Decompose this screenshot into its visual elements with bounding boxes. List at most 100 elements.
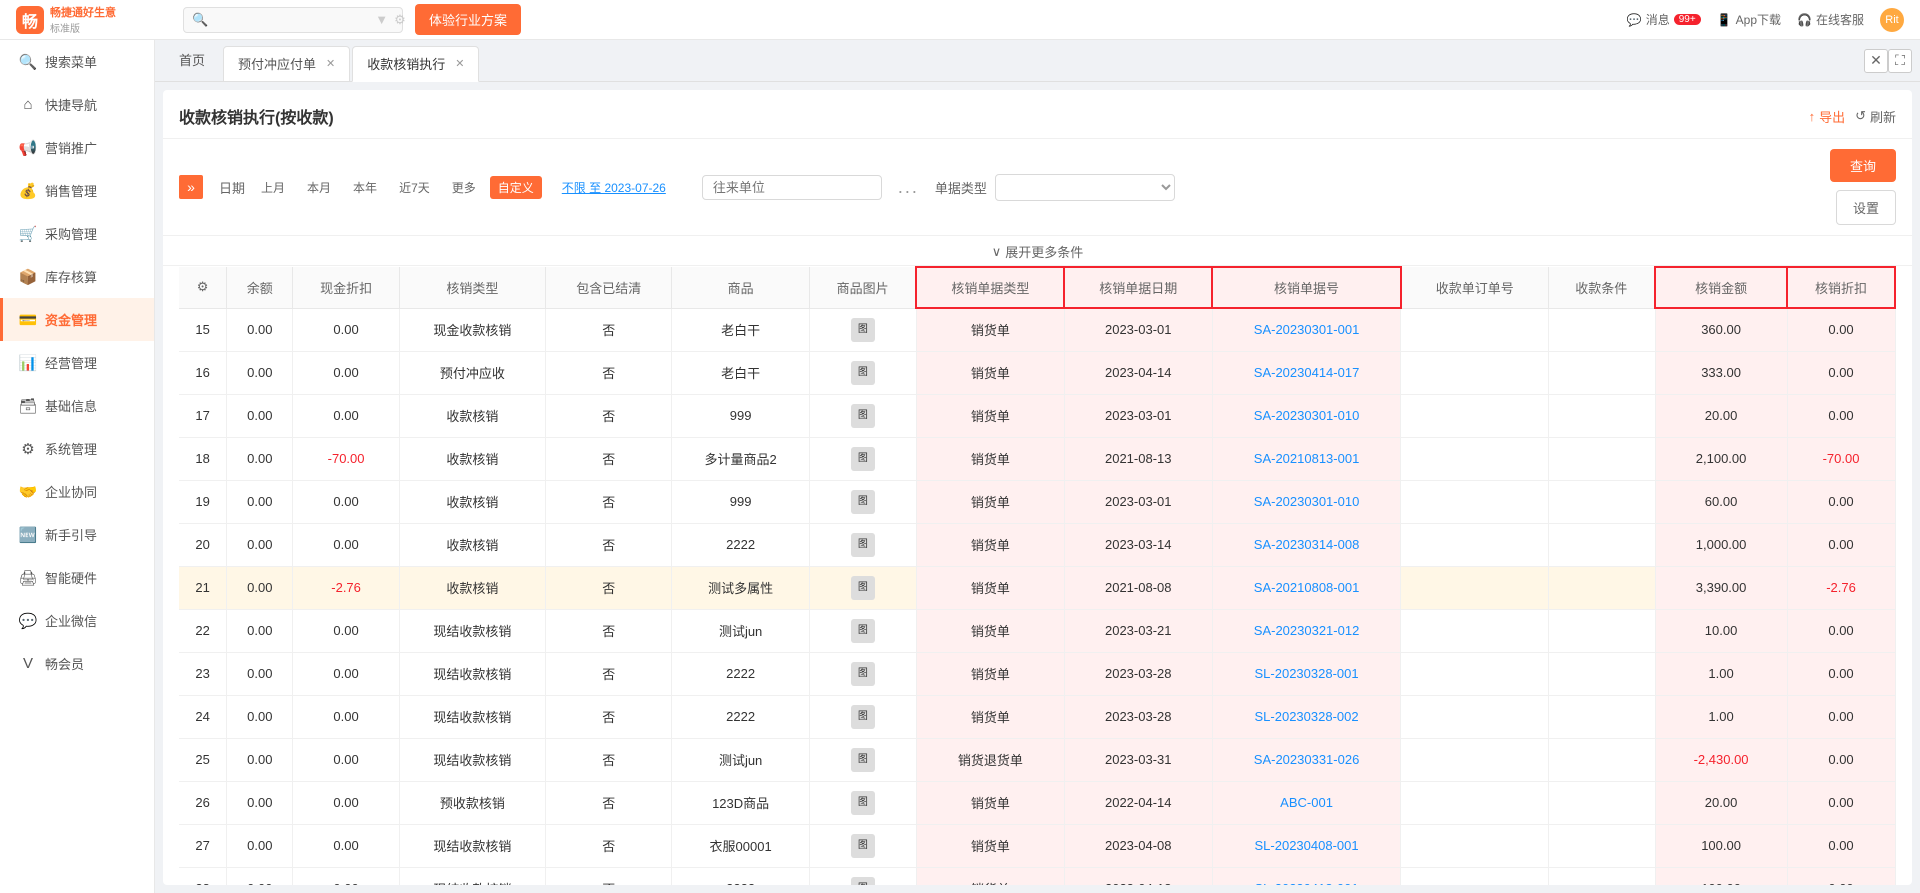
export-btn[interactable]: ↑ 导出	[1809, 107, 1846, 126]
date-last-month[interactable]: 上月	[253, 176, 293, 199]
cell-cancel-doc-no[interactable]: SL-20230408-001	[1212, 824, 1401, 867]
date-this-year[interactable]: 本年	[345, 176, 385, 199]
sidebar-icon-search: 🔍	[19, 53, 37, 71]
cell-balance: 0.00	[227, 308, 293, 351]
cancel-doc-no-link[interactable]: SA-20230321-012	[1254, 623, 1360, 638]
cell-cancel-doc-no[interactable]: SA-20230301-001	[1212, 308, 1401, 351]
cell-include-settled: 否	[546, 523, 672, 566]
cancel-doc-no-link[interactable]: SL-20230328-002	[1255, 709, 1359, 724]
sidebar-item-finance[interactable]: 💳资金管理	[0, 298, 154, 341]
sidebar-item-search[interactable]: 🔍 搜索菜单	[0, 40, 154, 83]
sidebar-label-search: 搜索菜单	[45, 52, 97, 71]
cancel-doc-no-link[interactable]: SA-20230414-017	[1254, 365, 1360, 380]
industry-btn[interactable]: 体验行业方案	[415, 4, 521, 35]
cell-cancel-doc-no[interactable]: SA-20210813-001	[1212, 437, 1401, 480]
cell-cancel-doc-date: 2023-03-01	[1064, 480, 1212, 523]
sidebar-item-system[interactable]: ⚙系统管理	[0, 427, 154, 470]
cell-include-settled: 否	[546, 394, 672, 437]
app-download-btn[interactable]: 📱 App下载	[1717, 11, 1781, 28]
cancel-doc-no-link[interactable]: SA-20210813-001	[1254, 451, 1360, 466]
app-logo: 畅 畅捷通好生意 标准版	[16, 4, 171, 35]
cancel-doc-no-link[interactable]: ABC-001	[1280, 795, 1333, 810]
page-header-actions: ↑ 导出 ↺ 刷新	[1809, 107, 1896, 126]
sidebar-item-wechat[interactable]: 💬企业微信	[0, 599, 154, 642]
col-product-image-header: 商品图片	[809, 267, 916, 308]
cell-cancel-doc-date: 2023-03-28	[1064, 695, 1212, 738]
date-more[interactable]: 更多	[444, 176, 484, 199]
user-avatar[interactable]: Rit	[1880, 8, 1904, 32]
query-btn[interactable]: 查询	[1830, 149, 1896, 182]
doc-type-select[interactable]	[995, 174, 1175, 201]
cell-balance: 0.00	[227, 867, 293, 885]
tab-collection[interactable]: 收款核销执行 ✕	[352, 46, 479, 82]
cell-cancel-doc-type: 销货单	[916, 695, 1064, 738]
sidebar-item-enterprise[interactable]: 🤝企业协同	[0, 470, 154, 513]
cell-cancel-discount: 0.00	[1787, 824, 1895, 867]
cancel-doc-no-link[interactable]: SA-20230301-010	[1254, 408, 1360, 423]
cell-cancel-doc-no[interactable]: SA-20230414-017	[1212, 351, 1401, 394]
cell-product: 999	[672, 480, 809, 523]
sidebar-item-marketing[interactable]: 📢营销推广	[0, 126, 154, 169]
cell-cancel-doc-no[interactable]: ABC-001	[1212, 781, 1401, 824]
search-input[interactable]	[214, 13, 369, 27]
cancel-doc-no-link[interactable]: SA-20230331-026	[1254, 752, 1360, 767]
col-cancel-doc-no-header: 核销单据号	[1212, 267, 1401, 308]
col-cancel-discount-header: 核销折扣	[1787, 267, 1895, 308]
col-settings-header[interactable]: ⚙	[179, 267, 227, 308]
tab-prepay[interactable]: 预付冲应付单 ✕	[223, 46, 350, 82]
cell-cancel-doc-no[interactable]: SL-20230328-002	[1212, 695, 1401, 738]
settings-btn[interactable]: 设置	[1836, 190, 1896, 225]
date-7days[interactable]: 近7天	[391, 176, 438, 199]
refresh-btn[interactable]: ↺ 刷新	[1855, 107, 1896, 126]
message-btn[interactable]: 💬 消息 99+	[1627, 11, 1701, 28]
cell-cancel-doc-no[interactable]: SA-20230321-012	[1212, 609, 1401, 652]
table-row: 28 0.00 0.00 现结收款核销 否 2222 图 销货单 2023-04…	[179, 867, 1895, 885]
tab-home[interactable]: 首页	[163, 40, 221, 82]
cell-cancel-doc-no[interactable]: SA-20230331-026	[1212, 738, 1401, 781]
gear-icon[interactable]: ⚙	[394, 12, 406, 28]
sidebar-item-sales[interactable]: 💰销售管理	[0, 169, 154, 212]
cell-row-no: 27	[179, 824, 227, 867]
sidebar-label-base: 基础信息	[45, 396, 97, 415]
sidebar-item-guide[interactable]: 🆕新手引导	[0, 513, 154, 556]
cell-cancel-doc-no[interactable]: SL-20230328-001	[1212, 652, 1401, 695]
cancel-doc-no-link[interactable]: SA-20230314-008	[1254, 537, 1360, 552]
sidebar-item-purchase[interactable]: 🛒采购管理	[0, 212, 154, 255]
date-this-month[interactable]: 本月	[299, 176, 339, 199]
cell-row-no: 24	[179, 695, 227, 738]
cell-receipt-order-no	[1401, 781, 1548, 824]
tab-collection-close[interactable]: ✕	[455, 57, 464, 70]
cell-receipt-condition	[1548, 652, 1655, 695]
from-unit-input[interactable]	[702, 175, 882, 200]
sidebar-item-nav[interactable]: ⌂快捷导航	[0, 83, 154, 126]
tab-expand-btn[interactable]: ⛶	[1888, 49, 1912, 73]
tab-prepay-close[interactable]: ✕	[326, 57, 335, 70]
date-custom-btn[interactable]: 自定义	[490, 176, 542, 199]
expand-more-btn[interactable]: ∨ 展开更多条件	[992, 242, 1084, 261]
cell-cancel-doc-no[interactable]: SA-20230314-008	[1212, 523, 1401, 566]
online-service-btn[interactable]: 🎧 在线客服	[1797, 11, 1864, 28]
cancel-doc-no-link[interactable]: SA-20230301-001	[1254, 322, 1360, 337]
cancel-doc-no-link[interactable]: SL-20230408-001	[1255, 838, 1359, 853]
cell-cancel-doc-no[interactable]: SA-20210808-001	[1212, 566, 1401, 609]
cancel-doc-no-link[interactable]: SA-20210808-001	[1254, 580, 1360, 595]
cell-cancel-doc-type: 销货单	[916, 824, 1064, 867]
sidebar-item-base[interactable]: 🗃基础信息	[0, 384, 154, 427]
tab-close-all-btn[interactable]: ✕	[1864, 49, 1888, 73]
sidebar-item-member[interactable]: V畅会员	[0, 642, 154, 685]
top-search-box[interactable]: 🔍 ▼ ⚙	[183, 7, 403, 33]
cancel-doc-no-link[interactable]: SA-20230301-010	[1254, 494, 1360, 509]
sidebar-item-hardware[interactable]: 🖨智能硬件	[0, 556, 154, 599]
date-range-display[interactable]: 不限 至 2023-07-26	[562, 179, 666, 196]
cancel-doc-no-link[interactable]: SL-20230418-001	[1255, 881, 1359, 885]
cell-cancel-doc-no[interactable]: SA-20230301-010	[1212, 394, 1401, 437]
filter-toggle-btn[interactable]: »	[179, 175, 203, 199]
cell-cash-discount: 0.00	[293, 695, 399, 738]
cell-cancel-doc-no[interactable]: SA-20230301-010	[1212, 480, 1401, 523]
doc-type-label: 单据类型	[935, 178, 987, 197]
cell-cancel-doc-no[interactable]: SL-20230418-001	[1212, 867, 1401, 885]
sidebar-item-inventory[interactable]: 📦库存核算	[0, 255, 154, 298]
cell-cash-discount: 0.00	[293, 351, 399, 394]
sidebar-item-business[interactable]: 📊经营管理	[0, 341, 154, 384]
cancel-doc-no-link[interactable]: SL-20230328-001	[1255, 666, 1359, 681]
